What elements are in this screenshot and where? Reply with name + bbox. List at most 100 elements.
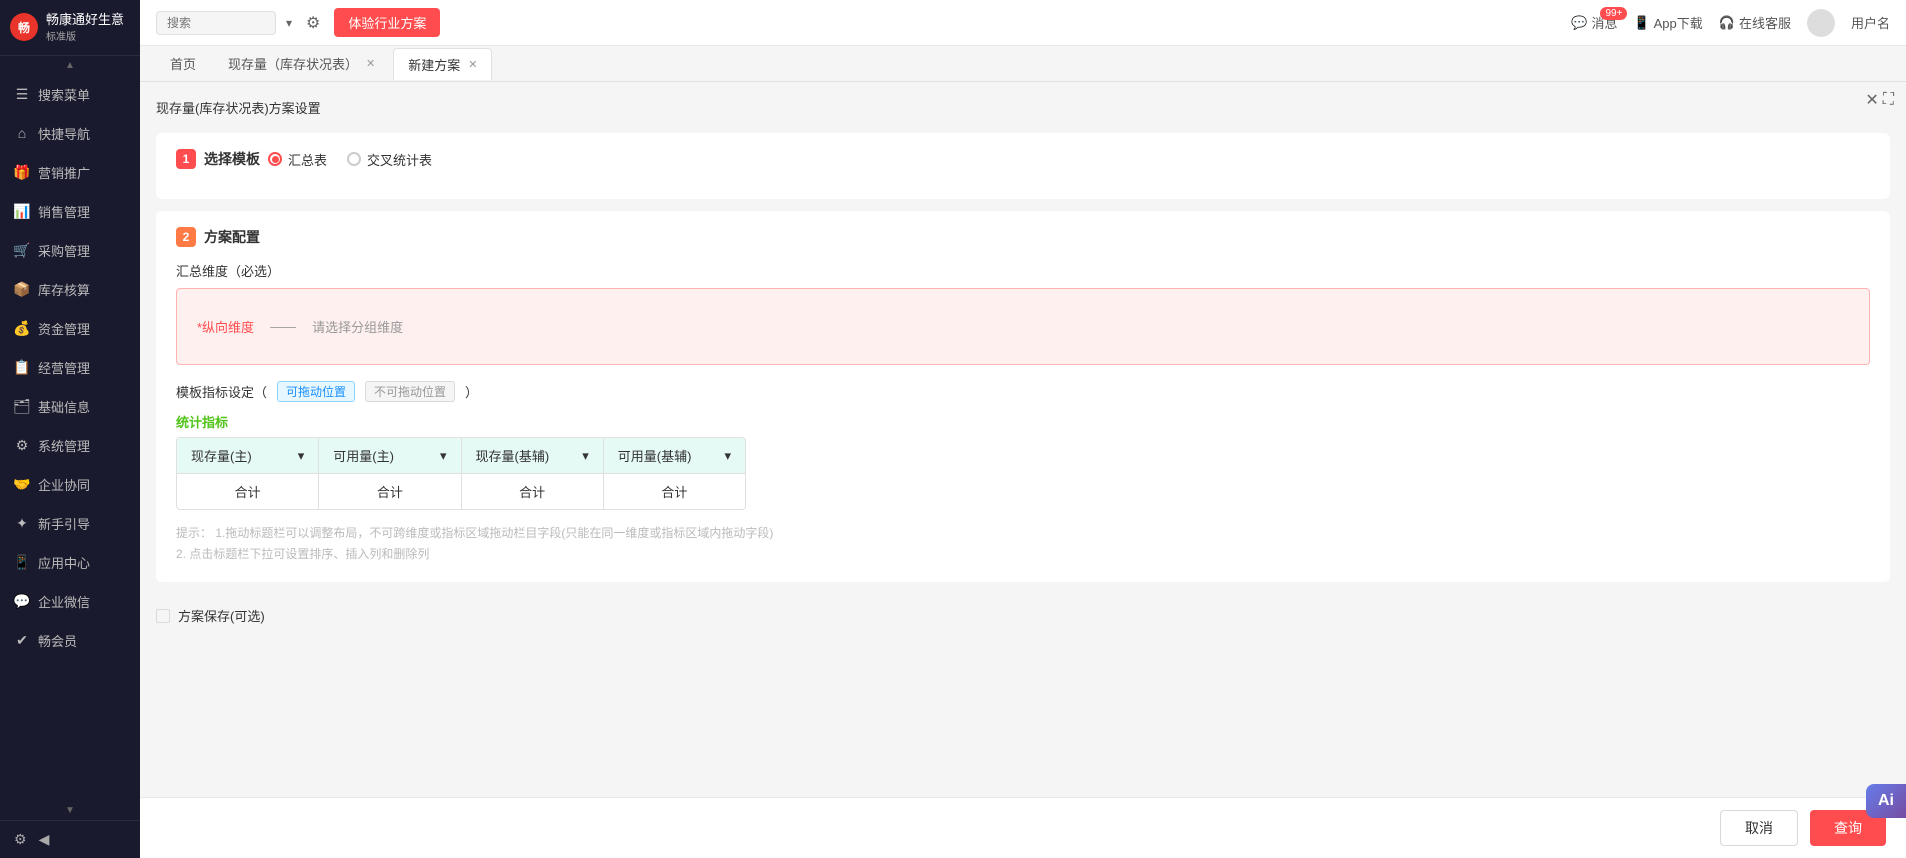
weixin-icon: 💬 <box>14 593 30 609</box>
operations-icon: 📋 <box>14 359 30 375</box>
sidebar-item-label: 采购管理 <box>38 241 90 260</box>
app-icon: 📱 <box>14 554 30 570</box>
sidebar-item-sales[interactable]: 📊 销售管理 <box>0 192 140 231</box>
stats-body-2: 合计 <box>462 473 604 509</box>
sidebar-item-label: 企业微信 <box>38 592 90 611</box>
sidebar-item-vip[interactable]: ✔ 畅会员 <box>0 621 140 660</box>
sidebar-item-purchase[interactable]: 🛒 采购管理 <box>0 231 140 270</box>
stats-col-1[interactable]: 可用量(主) ▾ <box>319 438 461 473</box>
step1-card: 1 选择模板 汇总表 交叉统计表 <box>156 133 1890 199</box>
step2-badge: 2 <box>176 227 196 247</box>
stats-col-2-label: 现存量(基辅) <box>476 446 550 465</box>
panel-expand-btn[interactable]: ⛶ <box>1883 91 1894 109</box>
basic-info-icon: 🗂 <box>14 398 30 414</box>
topbar-right: 💬 消息 99+ 📱 App下载 🎧 在线客服 用户名 <box>1571 9 1890 37</box>
save-area: 方案保存(可选) <box>156 594 1890 625</box>
radio-cross-label: 交叉统计表 <box>367 150 432 169</box>
collapse-icon[interactable]: ◀ <box>39 831 50 848</box>
sidebar-item-finance[interactable]: 💰 资金管理 <box>0 309 140 348</box>
sidebar-item-search-menu[interactable]: ☰ 搜索菜单 <box>0 75 140 114</box>
enterprise-icon: 🤝 <box>14 476 30 492</box>
logo-text-block: 畅康通好生意 标准版 <box>46 12 124 43</box>
stats-body-0: 合计 <box>177 473 319 509</box>
tab-inventory-status[interactable]: 现存量（库存状况表） ✕ <box>214 48 389 79</box>
app-sub: 标准版 <box>46 28 124 43</box>
topbar-app-download[interactable]: 📱 App下载 <box>1633 13 1702 32</box>
radio-cross[interactable]: 交叉统计表 <box>347 150 432 169</box>
indicator-label-prefix: 模板指标设定（ <box>176 382 267 401</box>
vip-icon: ✔ <box>14 632 30 648</box>
sidebar-nav: ☰ 搜索菜单 ⌂ 快捷导航 🎁 营销推广 📊 销售管理 🛒 采购管理 📦 库存核… <box>0 75 140 801</box>
inventory-icon: 📦 <box>14 281 30 297</box>
sidebar-item-label: 快捷导航 <box>38 124 90 143</box>
tabbar: 首页 现存量（库存状况表） ✕ 新建方案 ✕ <box>140 46 1906 82</box>
template-radio-group: 汇总表 交叉统计表 <box>268 150 432 169</box>
indicator-settings: 模板指标设定（ 可拖动位置 不可拖动位置 ） 统计指标 现存量(主) ▾ <box>176 381 1870 562</box>
trial-btn[interactable]: 体验行业方案 <box>334 8 440 37</box>
tab-new-plan[interactable]: 新建方案 ✕ <box>393 48 492 80</box>
dimension-hint: 请选择分组维度 <box>312 317 403 336</box>
cancel-button[interactable]: 取消 <box>1720 810 1798 846</box>
tab-inventory-close[interactable]: ✕ <box>366 57 375 70</box>
dimension-box: *纵向维度 —— 请选择分组维度 <box>176 288 1870 365</box>
save-checkbox[interactable] <box>156 609 170 623</box>
gift-icon: 🎁 <box>14 164 30 180</box>
save-label: 方案保存(可选) <box>178 606 265 625</box>
sidebar-item-weixin[interactable]: 💬 企业微信 <box>0 582 140 621</box>
stats-col-0[interactable]: 现存量(主) ▾ <box>177 438 319 473</box>
sidebar-item-basic-info[interactable]: 🗂 基础信息 <box>0 387 140 426</box>
topbar-dropdown[interactable]: ▾ <box>286 16 292 30</box>
indicator-label: 模板指标设定（ 可拖动位置 不可拖动位置 ） <box>176 381 1870 402</box>
topbar-message[interactable]: 💬 消息 99+ <box>1571 13 1617 32</box>
tips-area: 提示： 1.拖动标题栏可以调整布局，不可跨维度或指标区域拖动栏目字段(只能在同一… <box>176 524 1870 562</box>
sidebar-item-quick-nav[interactable]: ⌂ 快捷导航 <box>0 114 140 153</box>
finance-icon: 💰 <box>14 320 30 336</box>
radio-summary[interactable]: 汇总表 <box>268 150 327 169</box>
tab-home[interactable]: 首页 <box>156 48 210 79</box>
user-avatar <box>1807 9 1835 37</box>
star-icon: ✦ <box>14 515 30 531</box>
stats-header: 现存量(主) ▾ 可用量(主) ▾ 现存量(基辅) ▾ <box>177 438 745 473</box>
topbar-online-service[interactable]: 🎧 在线客服 <box>1719 13 1791 32</box>
sidebar-logo: 畅 畅康通好生意 标准版 <box>0 0 140 56</box>
sidebar-item-label: 搜索菜单 <box>38 85 90 104</box>
panel-close-btn[interactable]: ✕ <box>1865 90 1878 110</box>
step1-badge: 1 <box>176 149 196 169</box>
service-icon: 🎧 <box>1719 15 1735 31</box>
stats-col-0-arrow: ▾ <box>298 448 305 464</box>
step2-header: 2 方案配置 <box>176 227 1870 247</box>
sidebar-item-operations[interactable]: 📋 经营管理 <box>0 348 140 387</box>
indicator-label-end: ） <box>465 382 478 401</box>
topbar-gear-icon[interactable]: ⚙ <box>306 13 320 33</box>
stats-col-2[interactable]: 现存量(基辅) ▾ <box>462 438 604 473</box>
tab-new-plan-close[interactable]: ✕ <box>468 58 477 71</box>
stats-col-3[interactable]: 可用量(基辅) ▾ <box>604 438 745 473</box>
ai-button[interactable]: Ai <box>1866 784 1906 818</box>
username-label: 用户名 <box>1851 13 1890 32</box>
sidebar-scroll-up[interactable]: ▲ <box>0 56 140 75</box>
sidebar-item-system[interactable]: ⚙ 系统管理 <box>0 426 140 465</box>
sidebar-item-label: 新手引导 <box>38 514 90 533</box>
app-download-label: App下载 <box>1654 13 1703 32</box>
logo-icon: 畅 <box>10 13 38 41</box>
step1-title: 选择模板 <box>204 149 260 169</box>
step2-title: 方案配置 <box>204 227 260 247</box>
stats-section: 统计指标 现存量(主) ▾ 可用量(主) ▾ <box>176 412 1870 510</box>
sidebar-item-inventory[interactable]: 📦 库存核算 <box>0 270 140 309</box>
tab-inventory-label: 现存量（库存状况表） <box>228 54 358 73</box>
sidebar-item-new-guide[interactable]: ✦ 新手引导 <box>0 504 140 543</box>
message-icon: 💬 <box>1571 15 1587 31</box>
sidebar-item-app-center[interactable]: 📱 应用中心 <box>0 543 140 582</box>
app-name: 畅康通好生意 <box>46 12 124 28</box>
search-input[interactable] <box>156 11 276 35</box>
app-download-icon: 📱 <box>1633 15 1649 31</box>
tab-new-plan-label: 新建方案 <box>408 55 460 74</box>
sidebar-item-enterprise[interactable]: 🤝 企业协同 <box>0 465 140 504</box>
sidebar-item-label: 畅会员 <box>38 631 77 650</box>
sidebar-scroll-down[interactable]: ▼ <box>0 801 140 820</box>
settings-icon[interactable]: ⚙ <box>14 831 27 848</box>
sidebar-item-marketing[interactable]: 🎁 营销推广 <box>0 153 140 192</box>
stats-col-3-arrow: ▾ <box>724 448 731 464</box>
stats-col-3-label: 可用量(基辅) <box>618 446 692 465</box>
sidebar-item-label: 应用中心 <box>38 553 90 572</box>
